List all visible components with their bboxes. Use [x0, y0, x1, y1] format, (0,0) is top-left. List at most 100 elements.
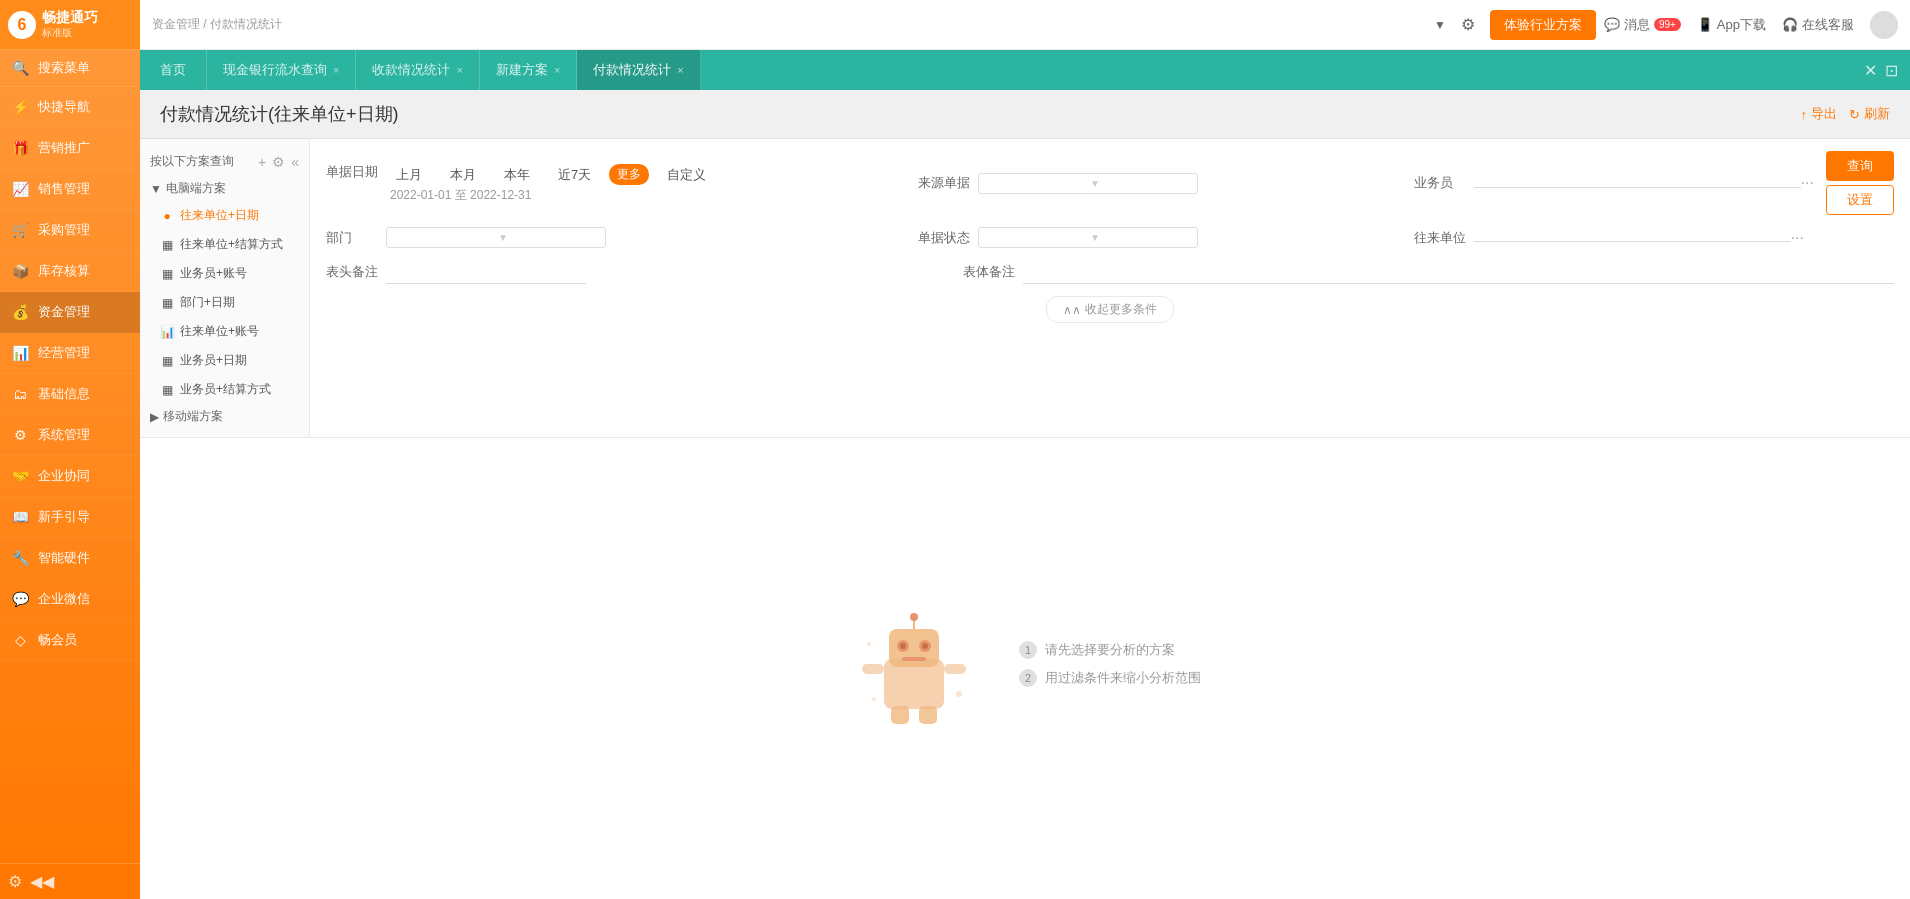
- scheme-actions: + ⚙ «: [258, 154, 299, 170]
- sidebar-item-management[interactable]: 📊 经营管理: [0, 333, 140, 374]
- date-option-this-month[interactable]: 本月: [440, 163, 486, 187]
- sidebar: 6 畅捷通巧 标准版 🔍 搜索菜单 ⚡ 快捷导航 🎁 营销推广 📈 销售管理 🛒…: [0, 0, 140, 899]
- tab-home[interactable]: 首页: [140, 50, 207, 90]
- tab-cashflow-close[interactable]: ×: [333, 64, 339, 76]
- date-option-custom[interactable]: 自定义: [657, 163, 716, 187]
- scheme-item-5-icon: ▦: [160, 354, 174, 368]
- service-btn[interactable]: 🎧 在线客服: [1782, 16, 1854, 34]
- svg-rect-1: [889, 629, 939, 667]
- scheme-section-arrow: ▼: [150, 182, 162, 196]
- scheme-item-2[interactable]: ▦ 业务员+账号: [140, 259, 309, 288]
- scheme-section-mobile[interactable]: ▶ 移动端方案: [140, 404, 309, 429]
- tabbar: 首页 现金银行流水查询 × 收款情况统计 × 新建方案 × 付款情况统计 × ✕…: [140, 50, 1910, 90]
- settings-btn[interactable]: 设置: [1826, 185, 1894, 215]
- page-header-actions: ↑ 导出 ↻ 刷新: [1801, 105, 1891, 123]
- date-range: 2022-01-01 至 2022-12-31: [390, 187, 716, 204]
- tab-cashflow[interactable]: 现金银行流水查询 ×: [207, 50, 356, 90]
- tab-new-plan[interactable]: 新建方案 ×: [480, 50, 577, 90]
- scheme-item-0[interactable]: ● 往来单位+日期: [140, 201, 309, 230]
- sidebar-item-collaboration[interactable]: 🤝 企业协同: [0, 456, 140, 497]
- refresh-btn[interactable]: ↻ 刷新: [1849, 105, 1890, 123]
- sidebar-item-basic[interactable]: 🗂 基础信息: [0, 374, 140, 415]
- empty-state: 1 请先选择要分析的方案 2 用过滤条件来缩小分析范围: [140, 438, 1910, 899]
- trial-btn[interactable]: 体验行业方案: [1490, 10, 1596, 40]
- tab-payment-close[interactable]: ×: [677, 64, 683, 76]
- dept-arrow-icon: ▼: [498, 232, 597, 243]
- svg-point-4: [900, 643, 906, 649]
- scheme-item-6-label: 业务员+结算方式: [180, 381, 271, 398]
- message-badge: 99+: [1654, 18, 1681, 31]
- breadcrumb: 资金管理 / 付款情况统计: [152, 16, 1426, 33]
- hint-num-2: 2: [1019, 669, 1037, 687]
- sidebar-item-purchase[interactable]: 🛒 采购管理: [0, 210, 140, 251]
- tab-maximize-btn[interactable]: ⊡: [1885, 61, 1898, 80]
- topbar-selector[interactable]: ▼: [1434, 18, 1446, 32]
- sidebar-item-sales[interactable]: 📈 销售管理: [0, 169, 140, 210]
- svg-rect-6: [902, 657, 926, 661]
- svg-point-14: [956, 691, 962, 697]
- hardware-icon: 🔧: [10, 548, 30, 568]
- app-download-btn[interactable]: 📱 App下载: [1697, 16, 1766, 34]
- hint-text-2: 用过滤条件来缩小分析范围: [1045, 669, 1201, 687]
- logo-text-area: 畅捷通巧 标准版: [42, 9, 98, 40]
- scheme-collapse-btn[interactable]: «: [291, 154, 299, 170]
- date-option-7days[interactable]: 近7天: [548, 163, 601, 187]
- sidebar-item-inventory[interactable]: 📦 库存核算: [0, 251, 140, 292]
- export-btn[interactable]: ↑ 导出: [1801, 105, 1838, 123]
- avatar[interactable]: [1870, 11, 1898, 39]
- message-btn[interactable]: 💬 消息 99+: [1604, 16, 1681, 34]
- date-option-more[interactable]: 更多: [609, 164, 649, 185]
- quick-nav-label: 快捷导航: [38, 98, 90, 116]
- page-title: 付款情况统计(往来单位+日期): [160, 102, 399, 126]
- body-note-input[interactable]: [1023, 260, 1894, 284]
- sidebar-settings-btn[interactable]: ⚙: [8, 872, 22, 891]
- guide-label: 新手引导: [38, 508, 90, 526]
- scheme-item-1[interactable]: ▦ 往来单位+结算方式: [140, 230, 309, 259]
- tab-receipt-close[interactable]: ×: [456, 64, 462, 76]
- body-note-label: 表体备注: [963, 263, 1023, 281]
- sales-label: 销售管理: [38, 180, 90, 198]
- management-icon: 📊: [10, 343, 30, 363]
- staff-dots-btn[interactable]: ···: [1801, 174, 1814, 192]
- sidebar-collapse-btn[interactable]: ◀◀: [30, 872, 54, 891]
- scheme-item-3[interactable]: ▦ 部门+日期: [140, 288, 309, 317]
- scheme-item-6[interactable]: ▦ 业务员+结算方式: [140, 375, 309, 404]
- svg-point-5: [922, 643, 928, 649]
- sidebar-item-guide[interactable]: 📖 新手引导: [0, 497, 140, 538]
- partner-dots-btn[interactable]: ···: [1791, 229, 1804, 247]
- scheme-add-btn[interactable]: +: [258, 154, 266, 170]
- scheme-item-5[interactable]: ▦ 业务员+日期: [140, 346, 309, 375]
- tab-close-all-btn[interactable]: ✕: [1864, 61, 1877, 80]
- sidebar-item-system[interactable]: ⚙ 系统管理: [0, 415, 140, 456]
- date-option-this-year[interactable]: 本年: [494, 163, 540, 187]
- wechat-icon: 💬: [10, 589, 30, 609]
- sidebar-item-marketing[interactable]: 🎁 营销推广: [0, 128, 140, 169]
- system-icon: ⚙: [10, 425, 30, 445]
- status-select[interactable]: ▼: [978, 227, 1198, 248]
- query-btn[interactable]: 查询: [1826, 151, 1894, 181]
- scheme-settings-btn[interactable]: ⚙: [272, 154, 285, 170]
- tab-payment[interactable]: 付款情况统计 ×: [577, 50, 700, 90]
- source-select[interactable]: ▼: [978, 173, 1198, 194]
- scheme-section-label: 电脑端方案: [166, 180, 226, 197]
- sidebar-item-wechat[interactable]: 💬 企业微信: [0, 579, 140, 620]
- sidebar-item-finance[interactable]: 💰 资金管理: [0, 292, 140, 333]
- scheme-item-5-label: 业务员+日期: [180, 352, 247, 369]
- svg-rect-9: [862, 664, 884, 674]
- basic-label: 基础信息: [38, 385, 90, 403]
- sidebar-item-hardware[interactable]: 🔧 智能硬件: [0, 538, 140, 579]
- collapse-btn[interactable]: ∧∧ 收起更多条件: [1046, 296, 1174, 323]
- sidebar-item-member[interactable]: ◇ 畅会员: [0, 620, 140, 661]
- scheme-section-desktop[interactable]: ▼ 电脑端方案: [140, 176, 309, 201]
- date-option-last-month[interactable]: 上月: [386, 163, 432, 187]
- sidebar-item-quick-nav[interactable]: ⚡ 快捷导航: [0, 87, 140, 128]
- sidebar-item-search[interactable]: 🔍 搜索菜单: [0, 50, 140, 87]
- dept-select[interactable]: ▼: [386, 227, 606, 248]
- staff-label: 业务员: [1414, 174, 1474, 192]
- tab-new-plan-close[interactable]: ×: [554, 64, 560, 76]
- topbar-settings-btn[interactable]: ⚙: [1454, 11, 1482, 39]
- header-note-input[interactable]: [386, 260, 586, 284]
- empty-hint-2: 2 用过滤条件来缩小分析范围: [1019, 669, 1201, 687]
- tab-receipt[interactable]: 收款情况统计 ×: [356, 50, 479, 90]
- scheme-item-4[interactable]: 📊 往来单位+账号: [140, 317, 309, 346]
